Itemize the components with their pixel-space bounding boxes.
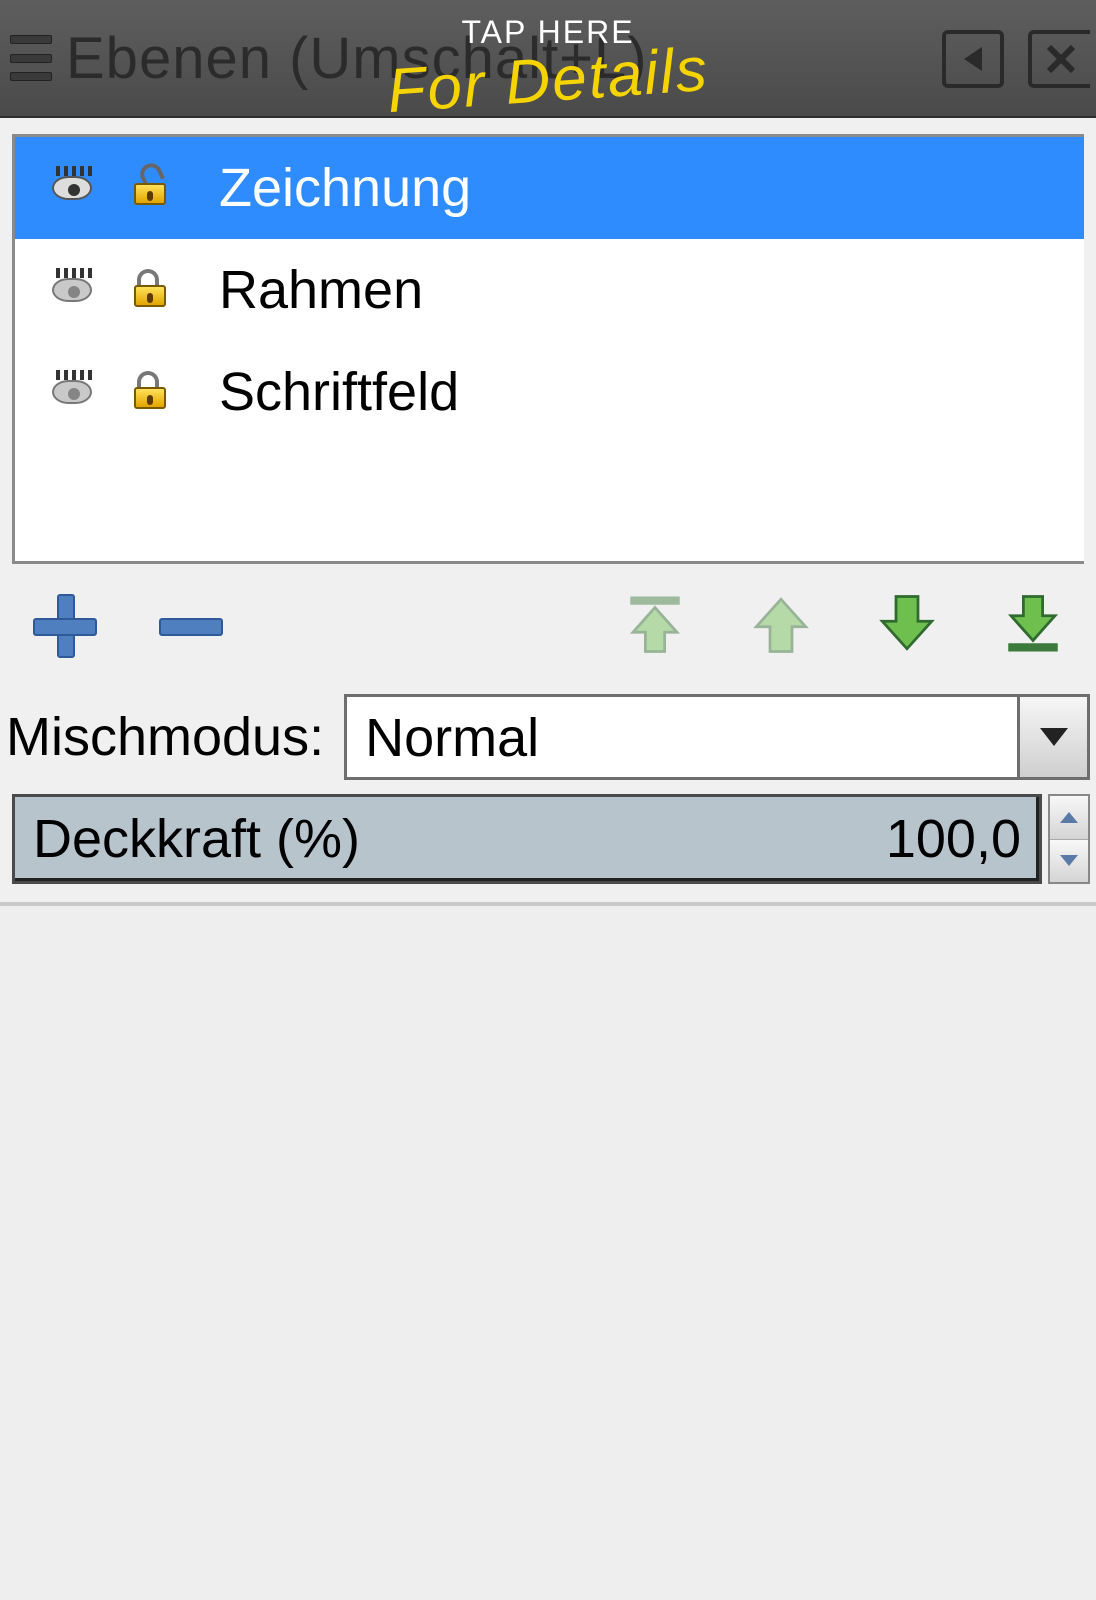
opacity-value: 100,0 bbox=[886, 808, 1021, 870]
panel-close-button[interactable] bbox=[1028, 30, 1090, 88]
eye-dim-icon bbox=[52, 276, 92, 304]
panel-body: Zeichnung Rahmen Schriftfeld Mischmodus: N… bbox=[0, 118, 1096, 906]
opacity-row: Deckkraft (%) 100,0 bbox=[0, 794, 1096, 898]
blend-mode-row: Mischmodus: Normal bbox=[0, 684, 1096, 794]
layer-lock-toggle[interactable] bbox=[111, 375, 189, 409]
lock-closed-icon bbox=[134, 375, 166, 409]
layer-lock-toggle[interactable] bbox=[111, 171, 189, 205]
eye-dim-icon bbox=[52, 378, 92, 406]
dock-grip-icon[interactable] bbox=[10, 35, 52, 81]
layer-row[interactable]: Schriftfeld bbox=[15, 341, 1084, 443]
move-to-bottom-button[interactable] bbox=[994, 585, 1072, 663]
layer-name: Schriftfeld bbox=[219, 361, 459, 423]
remove-layer-button[interactable] bbox=[150, 585, 228, 663]
opacity-field[interactable]: Deckkraft (%) 100,0 bbox=[12, 794, 1042, 884]
move-down-button[interactable] bbox=[868, 585, 946, 663]
layer-visibility-toggle[interactable] bbox=[33, 174, 111, 202]
layer-row[interactable]: Rahmen bbox=[15, 239, 1084, 341]
move-up-button[interactable] bbox=[742, 585, 820, 663]
blend-mode-value: Normal bbox=[347, 697, 1017, 777]
panel-title: Ebenen (Umschalt+L) bbox=[66, 25, 648, 92]
layer-toolbar bbox=[0, 564, 1096, 684]
lock-closed-icon bbox=[134, 273, 166, 307]
opacity-label: Deckkraft (%) bbox=[33, 808, 360, 870]
add-layer-button[interactable] bbox=[24, 585, 102, 663]
empty-area bbox=[0, 906, 1096, 1600]
layer-name: Zeichnung bbox=[219, 157, 471, 219]
opacity-spinner[interactable] bbox=[1048, 794, 1090, 884]
move-to-top-button[interactable] bbox=[616, 585, 694, 663]
layer-visibility-toggle[interactable] bbox=[33, 378, 111, 406]
eye-open-icon bbox=[52, 174, 92, 202]
panel-titlebar[interactable]: Ebenen (Umschalt+L) TAP HERE For Details bbox=[0, 0, 1096, 118]
layer-row[interactable]: Zeichnung bbox=[15, 137, 1084, 239]
opacity-step-up[interactable] bbox=[1050, 796, 1088, 840]
panel-menu-button[interactable] bbox=[942, 30, 1004, 88]
layer-visibility-toggle[interactable] bbox=[33, 276, 111, 304]
blend-mode-label: Mischmodus: bbox=[6, 706, 324, 768]
blend-mode-combo[interactable]: Normal bbox=[344, 694, 1090, 780]
layer-lock-toggle[interactable] bbox=[111, 273, 189, 307]
layer-list[interactable]: Zeichnung Rahmen Schriftfeld bbox=[12, 134, 1084, 564]
layers-panel: Ebenen (Umschalt+L) TAP HERE For Details… bbox=[0, 0, 1096, 1600]
chevron-down-icon[interactable] bbox=[1017, 697, 1087, 777]
opacity-step-down[interactable] bbox=[1050, 840, 1088, 883]
lock-open-icon bbox=[134, 171, 166, 205]
layer-name: Rahmen bbox=[219, 259, 423, 321]
